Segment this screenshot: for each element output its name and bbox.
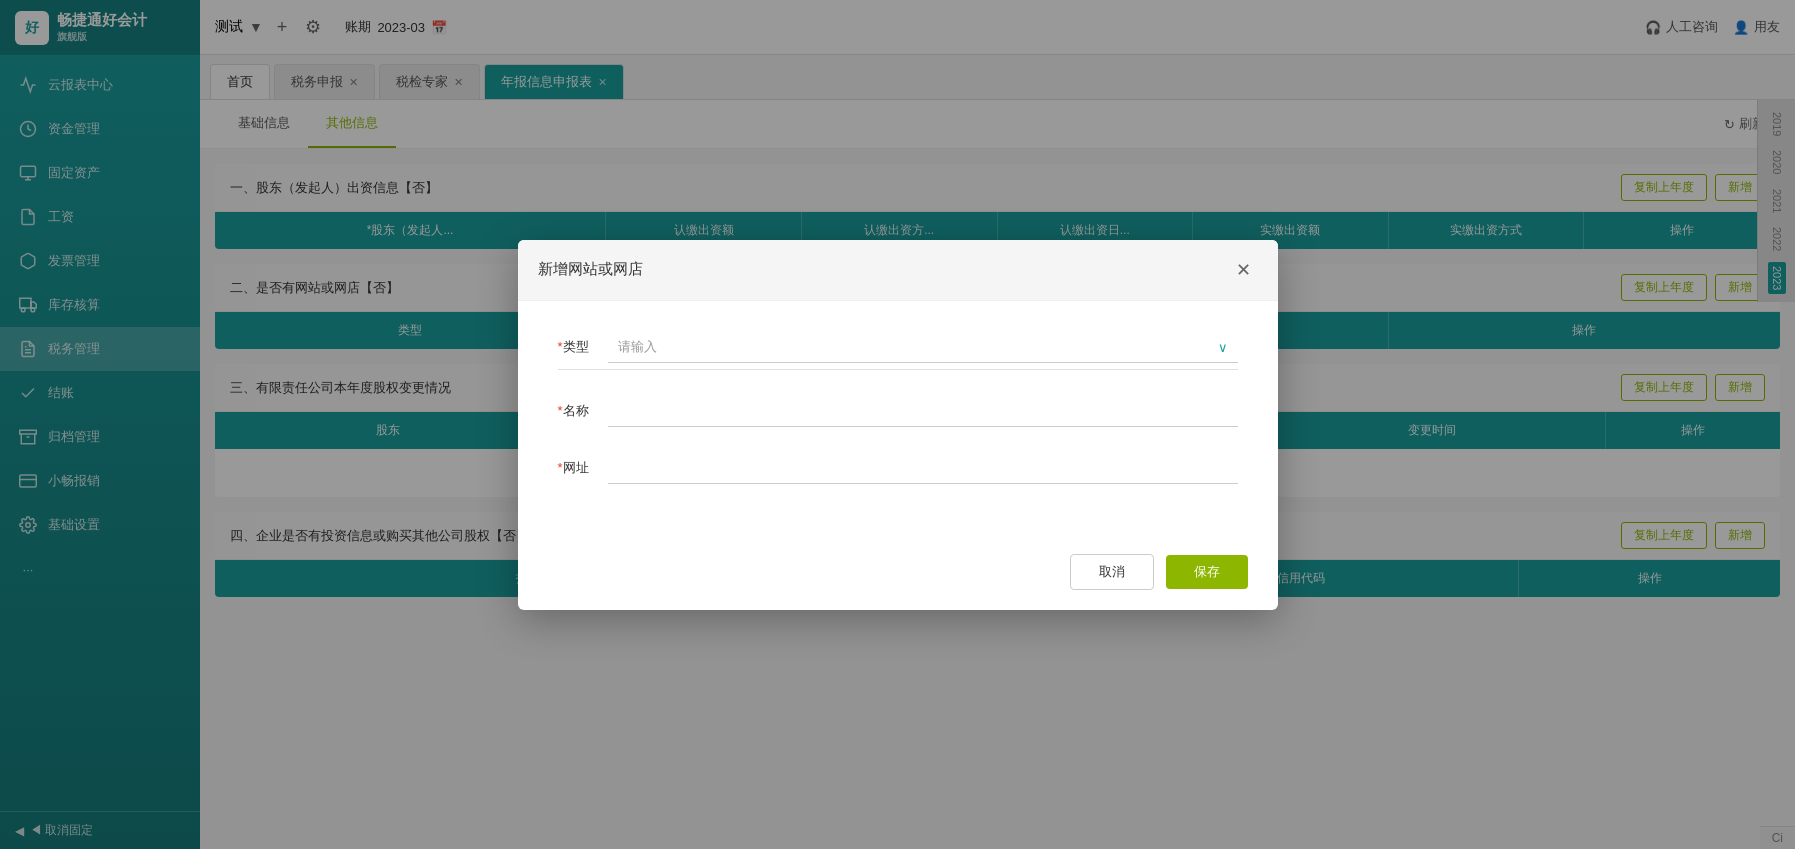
name-input[interactable]: [608, 395, 1238, 427]
type-label: *类型: [558, 338, 598, 356]
dialog-body: *类型 请输入 ∨ *名称: [518, 301, 1278, 539]
type-field-wrap: *类型 请输入 ∨: [558, 331, 1238, 363]
form-row-type: *类型 请输入 ∨: [558, 331, 1238, 370]
add-website-dialog: 新增网站或网店 ✕ *类型 请输入 ∨ *名称: [518, 240, 1278, 610]
name-label: *名称: [558, 402, 598, 420]
dialog-close-button[interactable]: ✕: [1230, 256, 1258, 284]
form-row-name: *名称: [558, 395, 1238, 427]
type-select-wrap: 请输入 ∨: [608, 331, 1238, 363]
dialog-title: 新增网站或网店: [538, 260, 643, 279]
save-button[interactable]: 保存: [1166, 555, 1248, 589]
url-field-wrap: *网址: [558, 452, 1238, 484]
url-label: *网址: [558, 459, 598, 477]
name-field-wrap: *名称: [558, 395, 1238, 427]
cancel-button[interactable]: 取消: [1070, 554, 1154, 590]
type-select[interactable]: 请输入: [608, 331, 1238, 363]
url-input[interactable]: [608, 452, 1238, 484]
dialog-footer: 取消 保存: [518, 539, 1278, 610]
dialog-header: 新增网站或网店 ✕: [518, 240, 1278, 301]
form-row-url: *网址: [558, 452, 1238, 484]
